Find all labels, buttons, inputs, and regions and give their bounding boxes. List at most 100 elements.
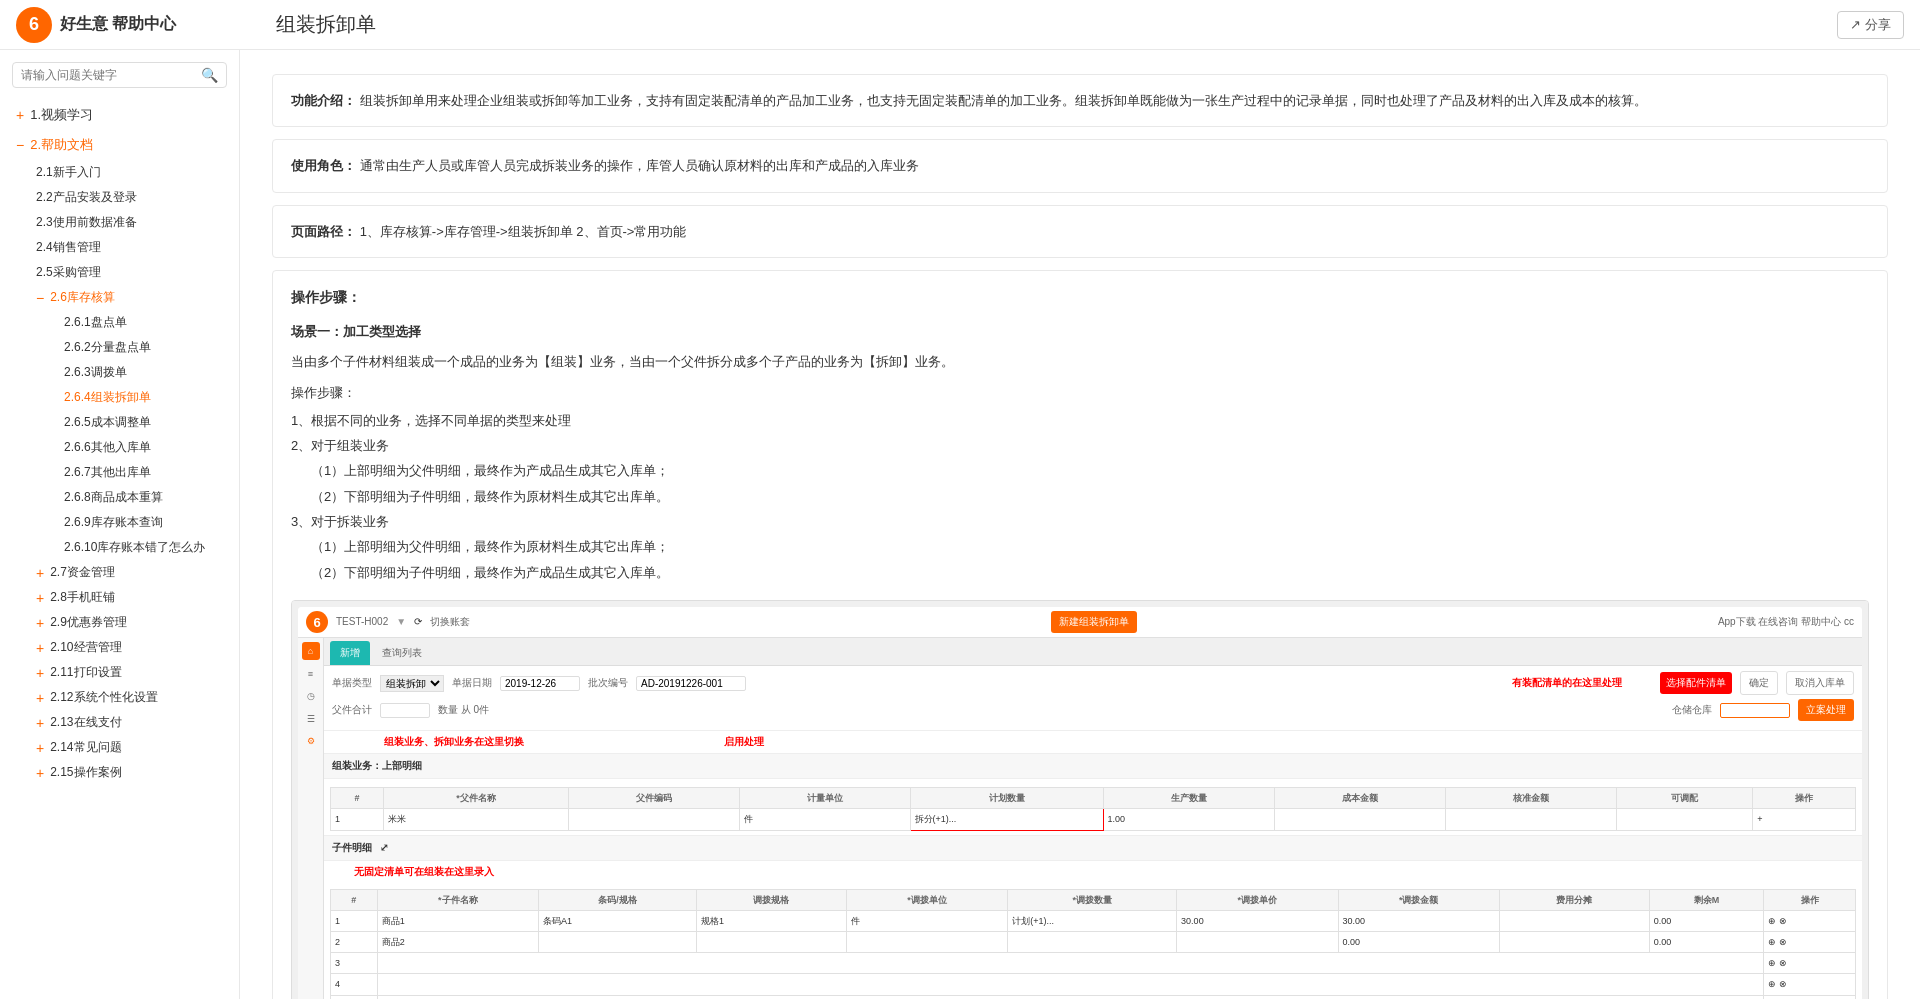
sidebar-item-2-6-1[interactable]: 2.6.1盘点单 xyxy=(56,310,239,335)
mock-icon3: ☰ xyxy=(307,711,315,727)
sidebar-item-2-8[interactable]: + 2.8手机旺铺 xyxy=(28,585,239,610)
form-input-warehouse[interactable] xyxy=(1720,703,1790,718)
path-label: 页面路径： xyxy=(291,224,356,239)
mock-refresh-icon: ⟳ xyxy=(414,613,422,631)
sidebar-item-2-2[interactable]: 2.2产品安装及登录 xyxy=(28,185,239,210)
sidebar-item-2-1[interactable]: 2.1新手入门 xyxy=(28,160,239,185)
mock-form-header: 单据类型 组装拆卸 单据日期 批次编号 xyxy=(324,666,1862,731)
mock-logo: 6 xyxy=(306,611,328,633)
annotation-enable: 启用处理 xyxy=(724,733,764,751)
search-input[interactable] xyxy=(21,68,201,82)
sidebar-item-2-3[interactable]: 2.3使用前数据准备 xyxy=(28,210,239,235)
mock-store-btn[interactable]: 立案处理 xyxy=(1798,699,1854,721)
cell-avail xyxy=(1616,809,1753,830)
mock-lower-table-wrap: # *子件名称 条码/规格 调拨规格 *调拨单位 *调拨数量 *调拨单价 xyxy=(324,883,1862,999)
page-title: 组装拆卸单 xyxy=(256,11,1837,38)
lcol-fee: 费用分摊 xyxy=(1499,889,1649,910)
share-button[interactable]: ↗ 分享 xyxy=(1837,11,1904,39)
mock-topbar: 6 TEST-H002 ▼ ⟳ 切换账套 新建组装拆卸单 App下载 在线咨询 … xyxy=(298,607,1862,638)
col-plan-qty: 计划数量 xyxy=(910,788,1103,809)
col-adjust: 核准金额 xyxy=(1445,788,1616,809)
sidebar-item-2-10[interactable]: + 2.10经营管理 xyxy=(28,635,239,660)
step-3-1: （1）上部明细为父件明细，最终作为原材料生成其它出库单； xyxy=(311,535,1869,558)
sidebar-item-2-6-9[interactable]: 2.6.9库存账本查询 xyxy=(56,510,239,535)
cell-parent-name: 米米 xyxy=(384,809,568,830)
sidebar-item-2-6-4[interactable]: 2.6.4组装拆卸单 xyxy=(56,385,239,410)
mock-upper-title: 组装业务：上部明细 xyxy=(324,753,1862,779)
ops-title: 操作步骤： xyxy=(291,285,1869,310)
sidebar-item-2-6-7[interactable]: 2.6.7其他出库单 xyxy=(56,460,239,485)
sidebar-item-2-6[interactable]: − 2.6库存核算 xyxy=(28,285,239,310)
sidebar-sub-docs: 2.1新手入门 2.2产品安装及登录 2.3使用前数据准备 2.4销售管理 2.… xyxy=(0,160,239,785)
mock-icon1: ≡ xyxy=(308,666,313,682)
scene1-steps-title: 操作步骤： xyxy=(291,381,1869,404)
form-label-remark: 数量 从 0件 xyxy=(438,701,489,719)
col-cost: 成本金额 xyxy=(1274,788,1445,809)
cell-parent-code xyxy=(568,809,739,830)
search-icon[interactable]: 🔍 xyxy=(201,67,218,83)
sidebar-item-docs[interactable]: − 2.帮助文档 xyxy=(0,130,239,160)
mock-switch-btn: 切换账套 xyxy=(430,613,470,631)
table-row: 3⊕ ⊗ xyxy=(331,953,1856,974)
mock-confirm-btn[interactable]: 确定 xyxy=(1740,671,1778,695)
lcol-remain: 剩余M xyxy=(1649,889,1764,910)
form-select-type[interactable]: 组装拆卸 xyxy=(380,675,444,692)
table-row: 2 商品2 0.00 xyxy=(331,932,1856,953)
intro-text: 组装拆卸单用来处理企业组装或拆卸等加工业务，支持有固定装配清单的产品加工业务，也… xyxy=(360,93,1647,108)
form-input-date[interactable] xyxy=(500,676,580,691)
col-parent-name: *父件名称 xyxy=(384,788,568,809)
sidebar-item-2-6-2[interactable]: 2.6.2分量盘点单 xyxy=(56,335,239,360)
top-header: 6 好生意 帮助中心 组装拆卸单 ↗ 分享 xyxy=(0,0,1920,50)
search-box: 🔍 xyxy=(12,62,227,88)
step-2-1: （1）上部明细为父件明细，最终作为产成品生成其它入库单； xyxy=(311,459,1869,482)
sidebar-item-2-11[interactable]: + 2.11打印设置 xyxy=(28,660,239,685)
sidebar-item-2-4[interactable]: 2.4销售管理 xyxy=(28,235,239,260)
mock-tab-new[interactable]: 新增 xyxy=(330,641,370,665)
mock-home-icon: ⌂ xyxy=(302,642,320,660)
mock-new-btn[interactable]: 新建组装拆卸单 xyxy=(1051,611,1137,633)
minus-icon-2-6: − xyxy=(36,290,44,306)
plus-icon-2-7: + xyxy=(36,565,44,581)
mock-top-icons: App下载 在线咨询 帮助中心 cc xyxy=(1718,613,1854,631)
mock-company: TEST-H002 xyxy=(336,613,388,631)
sidebar-item-2-6-6[interactable]: 2.6.6其他入库单 xyxy=(56,435,239,460)
sidebar-item-videos[interactable]: + 1.视频学习 xyxy=(0,100,239,130)
plus-icon-2-11: + xyxy=(36,665,44,681)
main-layout: 🔍 + 1.视频学习 − 2.帮助文档 2.1新手入门 2.2产品安装及登录 2… xyxy=(0,50,1920,999)
sidebar-item-2-12[interactable]: + 2.12系统个性化设置 xyxy=(28,685,239,710)
plus-icon-2-8: + xyxy=(36,590,44,606)
sidebar-item-2-6-8[interactable]: 2.6.8商品成本重算 xyxy=(56,485,239,510)
step-3: 3、对于拆装业务 xyxy=(291,510,1869,533)
sidebar-item-2-6-3[interactable]: 2.6.3调拨单 xyxy=(56,360,239,385)
lcol-name: *子件名称 xyxy=(377,889,538,910)
form-label-count: 父件合计 xyxy=(332,701,372,719)
form-input-batch[interactable] xyxy=(636,676,746,691)
annotation-switch: 组装业务、拆卸业务在这里切换 xyxy=(384,733,524,751)
sidebar-item-2-13[interactable]: + 2.13在线支付 xyxy=(28,710,239,735)
sidebar-item-2-15[interactable]: + 2.15操作案例 xyxy=(28,760,239,785)
plus-icon-2-14: + xyxy=(36,740,44,756)
mock-tab-list[interactable]: 查询列表 xyxy=(372,641,432,665)
mock-icon4: ⚙ xyxy=(307,733,315,749)
mock-select-bom-btn[interactable]: 选择配件清单 xyxy=(1660,672,1732,694)
screenshot-container: 6 TEST-H002 ▼ ⟳ 切换账套 新建组装拆卸单 App下载 在线咨询 … xyxy=(291,600,1869,999)
sidebar-item-2-14[interactable]: + 2.14常见问题 xyxy=(28,735,239,760)
col-prod-qty: 生产数量 xyxy=(1103,788,1274,809)
sidebar-item-2-7[interactable]: + 2.7资金管理 xyxy=(28,560,239,585)
sidebar-item-2-5[interactable]: 2.5采购管理 xyxy=(28,260,239,285)
table-row: 4⊕ ⊗ xyxy=(331,974,1856,995)
mock-lower-header: 子件明细 ⤢ xyxy=(324,835,1862,861)
mock-cancel-btn[interactable]: 取消入库单 xyxy=(1786,671,1854,695)
plus-icon-2-10: + xyxy=(36,640,44,656)
cell-adjust xyxy=(1445,809,1616,830)
form-label-type: 单据类型 xyxy=(332,674,372,692)
form-input-count[interactable] xyxy=(380,703,430,718)
sidebar-item-2-6-5[interactable]: 2.6.5成本调整单 xyxy=(56,410,239,435)
sidebar-item-2-9[interactable]: + 2.9优惠券管理 xyxy=(28,610,239,635)
annotation-manual: 无固定清单可在组装在这里录入 xyxy=(324,861,1862,883)
col-avail: 可调配 xyxy=(1616,788,1753,809)
cell-plan-qty: 拆分(+1)... xyxy=(910,809,1103,830)
sidebar-item-2-6-10[interactable]: 2.6.10库存账本错了怎么办 xyxy=(56,535,239,560)
plus-icon-2-15: + xyxy=(36,765,44,781)
logo-area: 6 好生意 帮助中心 xyxy=(16,7,256,43)
